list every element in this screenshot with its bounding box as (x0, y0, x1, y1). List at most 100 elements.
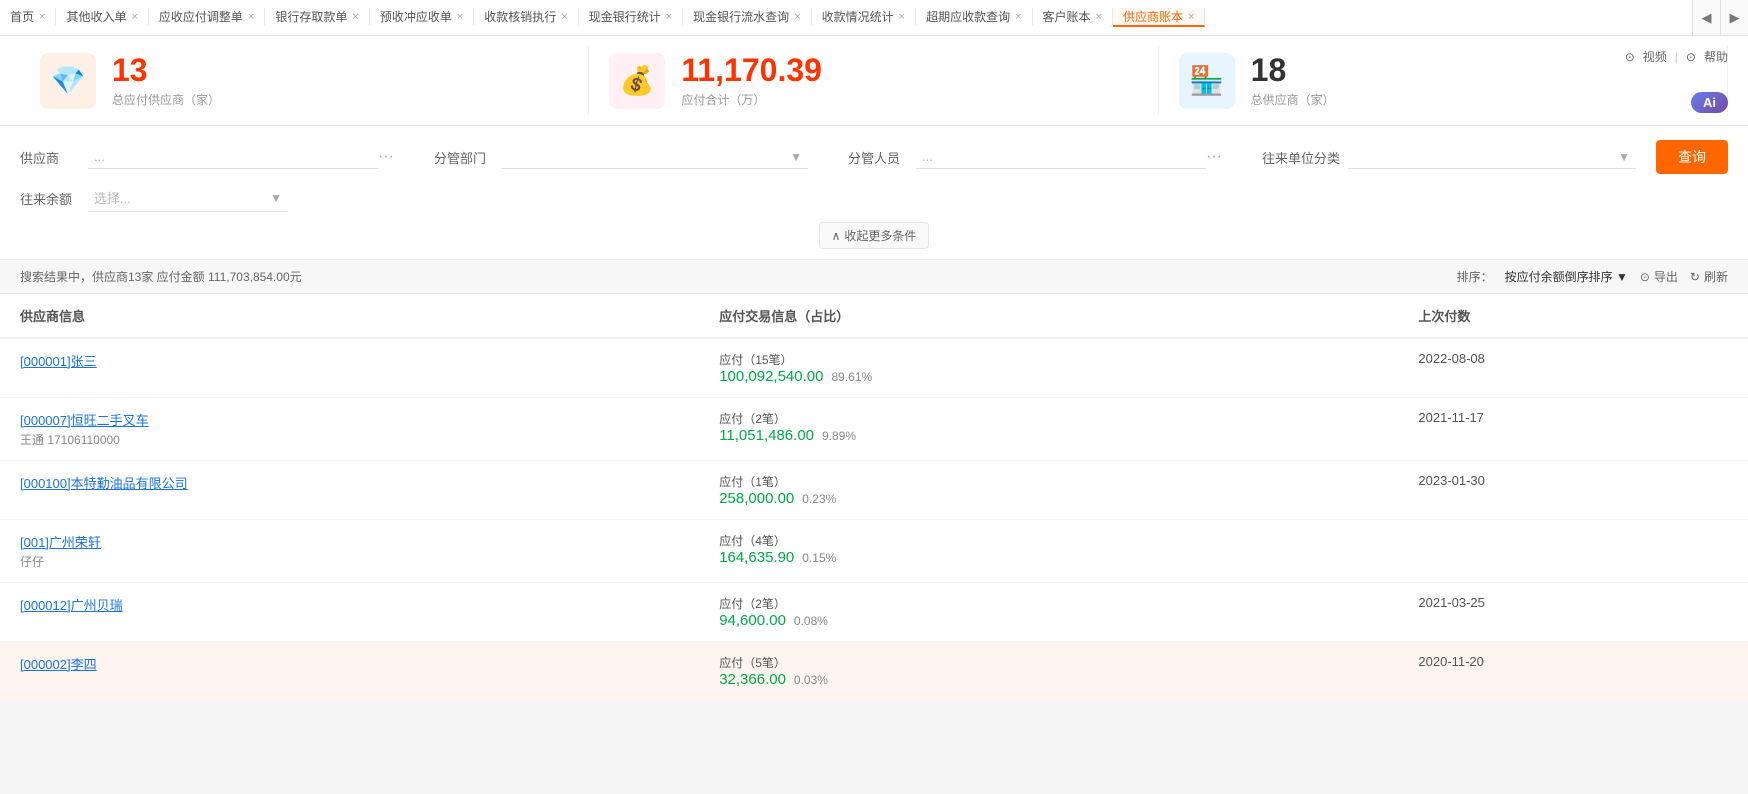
nav-item-home[interactable]: 首页 × (0, 8, 56, 25)
col-supplier-info: 供应商信息 (0, 294, 699, 338)
supplier-link[interactable]: [001]广州荣轩 (20, 535, 101, 550)
ai-button[interactable]: Ai (1691, 92, 1728, 113)
nav-item-cash-bank-flow[interactable]: 现金银行流水查询 × (683, 8, 811, 25)
supplier-dots[interactable]: ··· (378, 148, 394, 166)
video-link[interactable]: 视频 (1643, 48, 1667, 65)
filter-manager: 分管人员 ... ··· (848, 145, 1222, 169)
nav-bar: 首页×其他收入单×应收应付调整单×银行存取款单×预收冲应收单×收款核销执行×现金… (0, 0, 1748, 36)
table-row: [000007]恒旺二手叉车王通 17106110000应付（2笔）11,051… (0, 398, 1748, 461)
nav-item-cash-bank-stats[interactable]: 现金银行统计 × (579, 8, 683, 25)
tx-amount[interactable]: 100,092,540.00 (719, 368, 823, 385)
sort-select[interactable]: 按应付余额倒序排序 ▼ (1505, 268, 1628, 285)
nav-next-button[interactable]: ▶ (1720, 0, 1748, 36)
nav-close-icon[interactable]: × (794, 11, 800, 23)
stat-total-payable-suppliers: 💎 13 总应付供应商（家） (20, 46, 589, 115)
balance-select[interactable]: 选择... ▼ (88, 184, 288, 212)
supplier-input[interactable]: ... (88, 145, 378, 169)
nav-close-icon[interactable]: × (457, 11, 463, 23)
manager-input[interactable]: ... (916, 145, 1206, 169)
store-icon: 🏪 (1179, 53, 1235, 109)
supplier-cell: [000001]张三 (0, 338, 699, 398)
nav-item-supplier-ledger[interactable]: 供应商账本 × (1113, 8, 1205, 27)
tx-label: 应付（2笔） (719, 410, 1378, 427)
supplier-link[interactable]: [000002]李四 (20, 657, 97, 672)
suppliers-icon: 💎 (40, 53, 96, 109)
nav-item-collection-verify[interactable]: 收款核销执行× (474, 8, 578, 25)
last-pay-cell: 2021-11-17 (1398, 398, 1748, 461)
nav-close-icon[interactable]: × (899, 11, 905, 23)
nav-label: 现金银行统计 (589, 8, 661, 25)
last-pay-date: 2020-11-20 (1418, 654, 1484, 669)
supplier-cell: [000002]李四 (0, 642, 699, 701)
nav-label: 预收冲应收单 (380, 8, 452, 25)
supplier-link[interactable]: [000007]恒旺二手叉车 (20, 413, 149, 428)
amount-icon: 💰 (609, 53, 665, 109)
tx-amount[interactable]: 11,051,486.00 (719, 427, 814, 444)
balance-label: 往来余额 (20, 189, 80, 208)
total-suppliers-label: 总供应商（家） (1251, 91, 1335, 108)
nav-item-collection-stats[interactable]: 收款情况统计 × (812, 8, 916, 25)
tx-percent: 0.03% (794, 673, 828, 687)
nav-close-icon[interactable]: × (352, 11, 358, 23)
supplier-cell: [000100]本特勤油品有限公司 (0, 461, 699, 520)
unit-category-chevron-icon: ▼ (1618, 150, 1630, 164)
nav-close-icon[interactable]: × (1096, 11, 1102, 23)
nav-close-icon[interactable]: × (666, 11, 672, 23)
nav-close-icon[interactable]: × (561, 11, 567, 23)
nav-close-icon[interactable]: × (248, 11, 254, 23)
export-button[interactable]: ⊙ 导出 (1640, 268, 1678, 285)
nav-close-icon[interactable]: × (1188, 11, 1194, 23)
supplier-link[interactable]: [000100]本特勤油品有限公司 (20, 476, 188, 491)
tx-cell: 应付（2笔）11,051,486.009.89% (699, 398, 1398, 461)
refresh-button[interactable]: ↻ 刷新 (1690, 268, 1728, 285)
nav-prev-button[interactable]: ◀ (1692, 0, 1720, 36)
tx-label: 应付（1笔） (719, 473, 1378, 490)
supplier-link[interactable]: [000001]张三 (20, 354, 97, 369)
help-link[interactable]: 帮助 (1704, 48, 1728, 65)
nav-item-ar-ap-adjust[interactable]: 应收应付调整单× (149, 8, 265, 25)
collapse-button[interactable]: ∧ 收起更多条件 (819, 222, 930, 249)
nav-label: 首页 (10, 8, 34, 25)
tx-percent: 0.08% (794, 614, 828, 628)
last-pay-cell: 2023-01-30 (1398, 461, 1748, 520)
query-button[interactable]: 查询 (1656, 140, 1728, 174)
nav-item-bank-deposit[interactable]: 银行存取款单× (265, 8, 369, 25)
manager-dots[interactable]: ··· (1206, 148, 1222, 166)
dept-select[interactable]: ▼ (502, 146, 808, 169)
tx-amount[interactable]: 258,000.00 (719, 490, 794, 507)
results-right: 排序： 按应付余额倒序排序 ▼ ⊙ 导出 ↻ 刷新 (1457, 268, 1728, 285)
refresh-icon: ↻ (1690, 270, 1700, 284)
filter-supplier: 供应商 ... ··· (20, 145, 394, 169)
table-row: [000012]广州贝瑞应付（2笔）94,600.000.08%2021-03-… (0, 583, 1748, 642)
stats-bar: 💎 13 总应付供应商（家） 💰 11,170.39 应付合计（万） 🏪 18 … (0, 36, 1748, 126)
nav-label: 现金银行流水查询 (693, 8, 789, 25)
nav-item-prepay-offset[interactable]: 预收冲应收单 × (370, 8, 474, 25)
unit-category-select[interactable]: ▼ (1348, 146, 1636, 169)
nav-close-icon[interactable]: × (131, 11, 137, 23)
nav-close-icon[interactable]: × (1015, 11, 1021, 23)
nav-item-other-income[interactable]: 其他收入单× (56, 8, 148, 25)
tx-amount[interactable]: 164,635.90 (719, 549, 794, 566)
tx-amount[interactable]: 94,600.00 (719, 612, 786, 629)
nav-label: 超期应收款查询 (926, 8, 1010, 25)
balance-chevron-icon: ▼ (270, 191, 282, 205)
last-pay-date: 2022-08-08 (1418, 351, 1485, 366)
tx-percent: 89.61% (831, 370, 872, 384)
nav-label: 收款情况统计 (822, 8, 894, 25)
last-pay-date: 2023-01-30 (1418, 473, 1485, 488)
filter-row-2: 往来余额 选择... ▼ (20, 184, 1728, 212)
results-summary: 搜索结果中，供应商13家 应付金额 111,703,854.00元 (20, 268, 302, 285)
nav-close-icon[interactable]: × (39, 11, 45, 23)
collapse-label: 收起更多条件 (844, 227, 916, 244)
tx-percent: 0.15% (802, 551, 836, 565)
supplier-cell: [001]广州荣轩仔仔 (0, 520, 699, 583)
last-pay-cell: 2020-11-20 (1398, 642, 1748, 701)
nav-item-customer-ledger[interactable]: 客户账本× (1033, 8, 1113, 25)
tx-amount[interactable]: 32,366.00 (719, 671, 786, 688)
supplier-label: 供应商 (20, 148, 80, 167)
nav-item-overdue-query[interactable]: 超期应收款查询 × (916, 8, 1032, 25)
collapse-icon: ∧ (832, 229, 841, 243)
tx-cell: 应付（1笔）258,000.000.23% (699, 461, 1398, 520)
supplier-link[interactable]: [000012]广州贝瑞 (20, 598, 123, 613)
nav-label: 供应商账本 (1123, 8, 1183, 25)
